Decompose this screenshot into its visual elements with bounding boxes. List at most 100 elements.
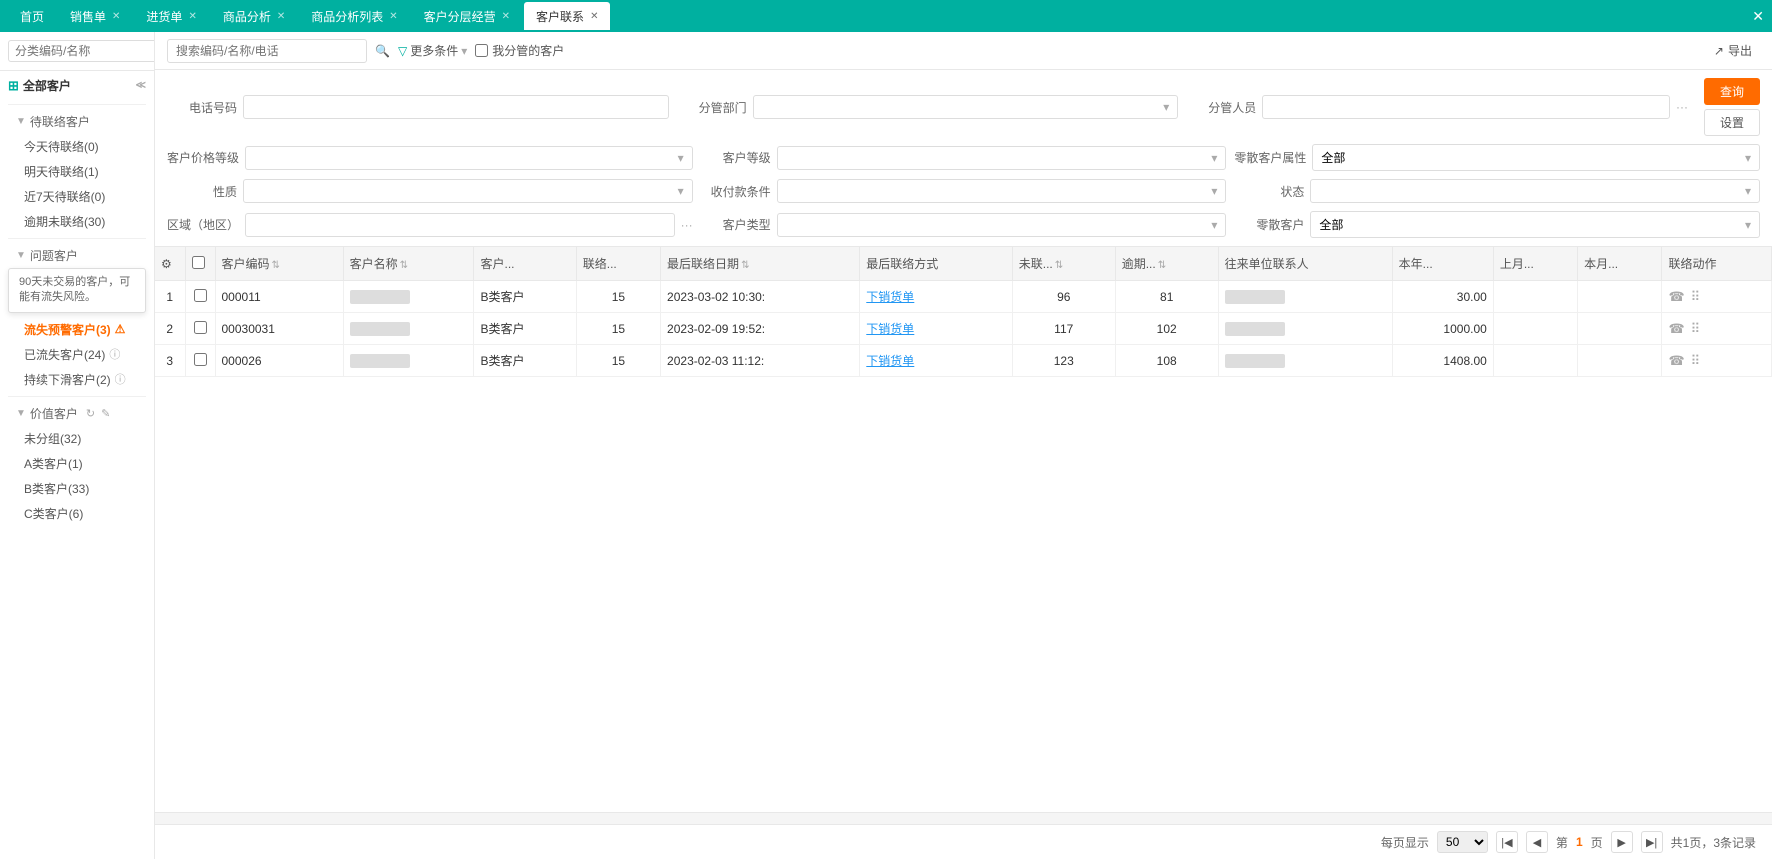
person-dots[interactable]: ··· bbox=[1676, 100, 1688, 114]
price-level-select[interactable]: ▾ bbox=[245, 146, 693, 170]
sidebar-group-problem[interactable]: ▼ 问题客户 bbox=[0, 243, 154, 268]
sort-name-icon: ⇅ bbox=[400, 260, 408, 271]
my-customers-check[interactable]: 我分管的客户 bbox=[475, 42, 564, 59]
row-checkbox-2[interactable] bbox=[194, 321, 207, 334]
phone-input[interactable] bbox=[243, 95, 669, 119]
export-button[interactable]: ↗ 导出 bbox=[1706, 38, 1760, 63]
th-name[interactable]: 客户名称⇅ bbox=[343, 247, 474, 281]
per-page-select[interactable]: 50 100 200 bbox=[1437, 831, 1488, 853]
th-overdue[interactable]: 逾期...⇅ bbox=[1115, 247, 1218, 281]
td-check-3[interactable] bbox=[185, 345, 215, 377]
td-overdue-2: 102 bbox=[1115, 313, 1218, 345]
filter-row-4: 区域（地区） ··· 客户类型 ▾ 零散客户 全部 ▾ bbox=[167, 211, 1760, 238]
td-method-2[interactable]: 下销货单 bbox=[860, 313, 1012, 345]
region-dots[interactable]: ··· bbox=[681, 218, 693, 232]
select-all-checkbox[interactable] bbox=[192, 256, 205, 269]
prev-page-btn[interactable]: ◀ bbox=[1526, 831, 1548, 853]
sidebar-item-unclassified[interactable]: 未分组(32) bbox=[0, 426, 154, 451]
sidebar-item-a-class[interactable]: A类客户(1) bbox=[0, 451, 154, 476]
chevron-payment-icon: ▾ bbox=[1211, 184, 1217, 198]
payment-select[interactable]: ▾ bbox=[777, 179, 1227, 203]
td-method-3[interactable]: 下销货单 bbox=[860, 345, 1012, 377]
last-page-btn[interactable]: ▶| bbox=[1641, 831, 1663, 853]
tab-customer-contact[interactable]: 客户联系 ✕ bbox=[524, 2, 610, 30]
th-last-date[interactable]: 最后联络日期⇅ bbox=[661, 247, 860, 281]
sidebar-item-c-class[interactable]: C类客户(6) bbox=[0, 501, 154, 526]
phone-action-icon-3[interactable]: ☎ bbox=[1668, 353, 1684, 369]
settings-button[interactable]: 设置 bbox=[1704, 109, 1760, 136]
sidebar-item-churned[interactable]: 已流失客户(24) ⓘ bbox=[0, 342, 154, 367]
gender-select[interactable]: ▾ bbox=[243, 179, 693, 203]
row-checkbox-1[interactable] bbox=[194, 289, 207, 302]
sidebar-item-declining[interactable]: 持续下滑客户(2) ⓘ bbox=[0, 367, 154, 392]
sidebar-item-overdue[interactable]: 逾期未联络(30) bbox=[0, 209, 154, 234]
th-annual[interactable]: 本年... bbox=[1392, 247, 1493, 281]
phone-action-icon[interactable]: ☎ bbox=[1668, 289, 1684, 305]
sidebar-group-value[interactable]: ▼ 价值客户 ↻ ✎ bbox=[0, 401, 154, 426]
menu-action-icon-2[interactable]: ⠿ bbox=[1691, 321, 1701, 337]
close-tab-customer-tier[interactable]: ✕ bbox=[502, 11, 510, 22]
td-contacts-1 bbox=[1218, 281, 1392, 313]
tab-analysis-list[interactable]: 商品分析列表 ✕ bbox=[299, 2, 409, 30]
phone-action-icon-2[interactable]: ☎ bbox=[1668, 321, 1684, 337]
tab-home[interactable]: 首页 bbox=[8, 2, 56, 30]
sidebar-search-input[interactable] bbox=[8, 40, 155, 62]
menu-action-icon[interactable]: ⠿ bbox=[1691, 289, 1701, 305]
th-checkbox[interactable] bbox=[185, 247, 215, 281]
tab-analysis[interactable]: 商品分析 ✕ bbox=[211, 2, 297, 30]
horizontal-scrollbar[interactable] bbox=[155, 812, 1772, 824]
th-uncontacted[interactable]: 未联...⇅ bbox=[1012, 247, 1115, 281]
refresh-icon[interactable]: ↻ bbox=[86, 407, 95, 420]
region-input[interactable] bbox=[245, 213, 675, 237]
close-tab-purchase[interactable]: ✕ bbox=[188, 11, 196, 22]
table-header-row: ⚙ 客户编码⇅ 客户名称⇅ 客户... 联络... bbox=[155, 247, 1772, 281]
sidebar-item-7days[interactable]: 近7天待联络(0) bbox=[0, 184, 154, 209]
close-tab-analysis-list[interactable]: ✕ bbox=[389, 11, 397, 22]
zero-attr-select[interactable]: 全部 ▾ bbox=[1312, 144, 1760, 171]
filter-search-icon[interactable]: 🔍 bbox=[375, 44, 390, 58]
sidebar-group-pending[interactable]: ▼ 待联络客户 bbox=[0, 109, 154, 134]
td-check-2[interactable] bbox=[185, 313, 215, 345]
close-tab-sales[interactable]: ✕ bbox=[112, 11, 120, 22]
close-window-button[interactable]: ✕ bbox=[1752, 8, 1764, 25]
sidebar-item-today[interactable]: 今天待联络(0) bbox=[0, 134, 154, 159]
td-check-1[interactable] bbox=[185, 281, 215, 313]
tab-customer-tier[interactable]: 客户分层经营 ✕ bbox=[412, 2, 522, 30]
th-settings[interactable]: ⚙ bbox=[155, 247, 185, 281]
th-type[interactable]: 客户... bbox=[474, 247, 576, 281]
sidebar-item-b-class[interactable]: B类客户(33) bbox=[0, 476, 154, 501]
th-contact[interactable]: 联络... bbox=[576, 247, 660, 281]
sidebar-item-churn-warning[interactable]: 流失预警客户(3) ⚠ bbox=[0, 317, 154, 342]
sidebar-item-tomorrow[interactable]: 明天待联络(1) bbox=[0, 159, 154, 184]
customer-level-select[interactable]: ▾ bbox=[777, 146, 1227, 170]
td-method-1[interactable]: 下销货单 bbox=[860, 281, 1012, 313]
next-page-btn[interactable]: ▶ bbox=[1611, 831, 1633, 853]
main-layout: 🔍 ⊞ 全部客户 ≪ ▼ 待联络客户 今天待联络(0) 明天待联络(1) 近7天… bbox=[0, 32, 1772, 859]
td-index-1: 1 bbox=[155, 281, 185, 313]
th-last-method[interactable]: 最后联络方式 bbox=[860, 247, 1012, 281]
edit-icon[interactable]: ✎ bbox=[101, 407, 110, 420]
tab-sales[interactable]: 销售单 ✕ bbox=[58, 2, 132, 30]
th-code[interactable]: 客户编码⇅ bbox=[215, 247, 343, 281]
sidebar-collapse-icon[interactable]: ≪ bbox=[136, 80, 146, 91]
filter-search-input[interactable] bbox=[167, 39, 367, 63]
sidebar-all-customers[interactable]: ⊞ 全部客户 ≪ bbox=[0, 71, 154, 100]
my-customers-checkbox[interactable] bbox=[475, 44, 488, 57]
dept-select[interactable]: ▾ bbox=[753, 95, 1179, 119]
query-button[interactable]: 查询 bbox=[1704, 78, 1760, 105]
first-page-btn[interactable]: |◀ bbox=[1496, 831, 1518, 853]
close-tab-analysis[interactable]: ✕ bbox=[277, 11, 285, 22]
info-icon-2: ⓘ bbox=[115, 371, 126, 387]
filter-more-btn[interactable]: ▽ 更多条件 ▾ bbox=[398, 42, 467, 59]
status-select[interactable]: ▾ bbox=[1310, 179, 1760, 203]
th-this-month[interactable]: 本月... bbox=[1578, 247, 1662, 281]
row-checkbox-3[interactable] bbox=[194, 353, 207, 366]
zero-customer-select[interactable]: 全部 ▾ bbox=[1310, 211, 1760, 238]
person-input[interactable] bbox=[1262, 95, 1670, 119]
th-contacts[interactable]: 往来单位联系人 bbox=[1218, 247, 1392, 281]
close-tab-customer-contact[interactable]: ✕ bbox=[590, 11, 598, 22]
th-last-month[interactable]: 上月... bbox=[1493, 247, 1577, 281]
tab-purchase[interactable]: 进货单 ✕ bbox=[134, 2, 208, 30]
menu-action-icon-3[interactable]: ⠿ bbox=[1691, 353, 1701, 369]
customer-type-select[interactable]: ▾ bbox=[777, 213, 1227, 237]
